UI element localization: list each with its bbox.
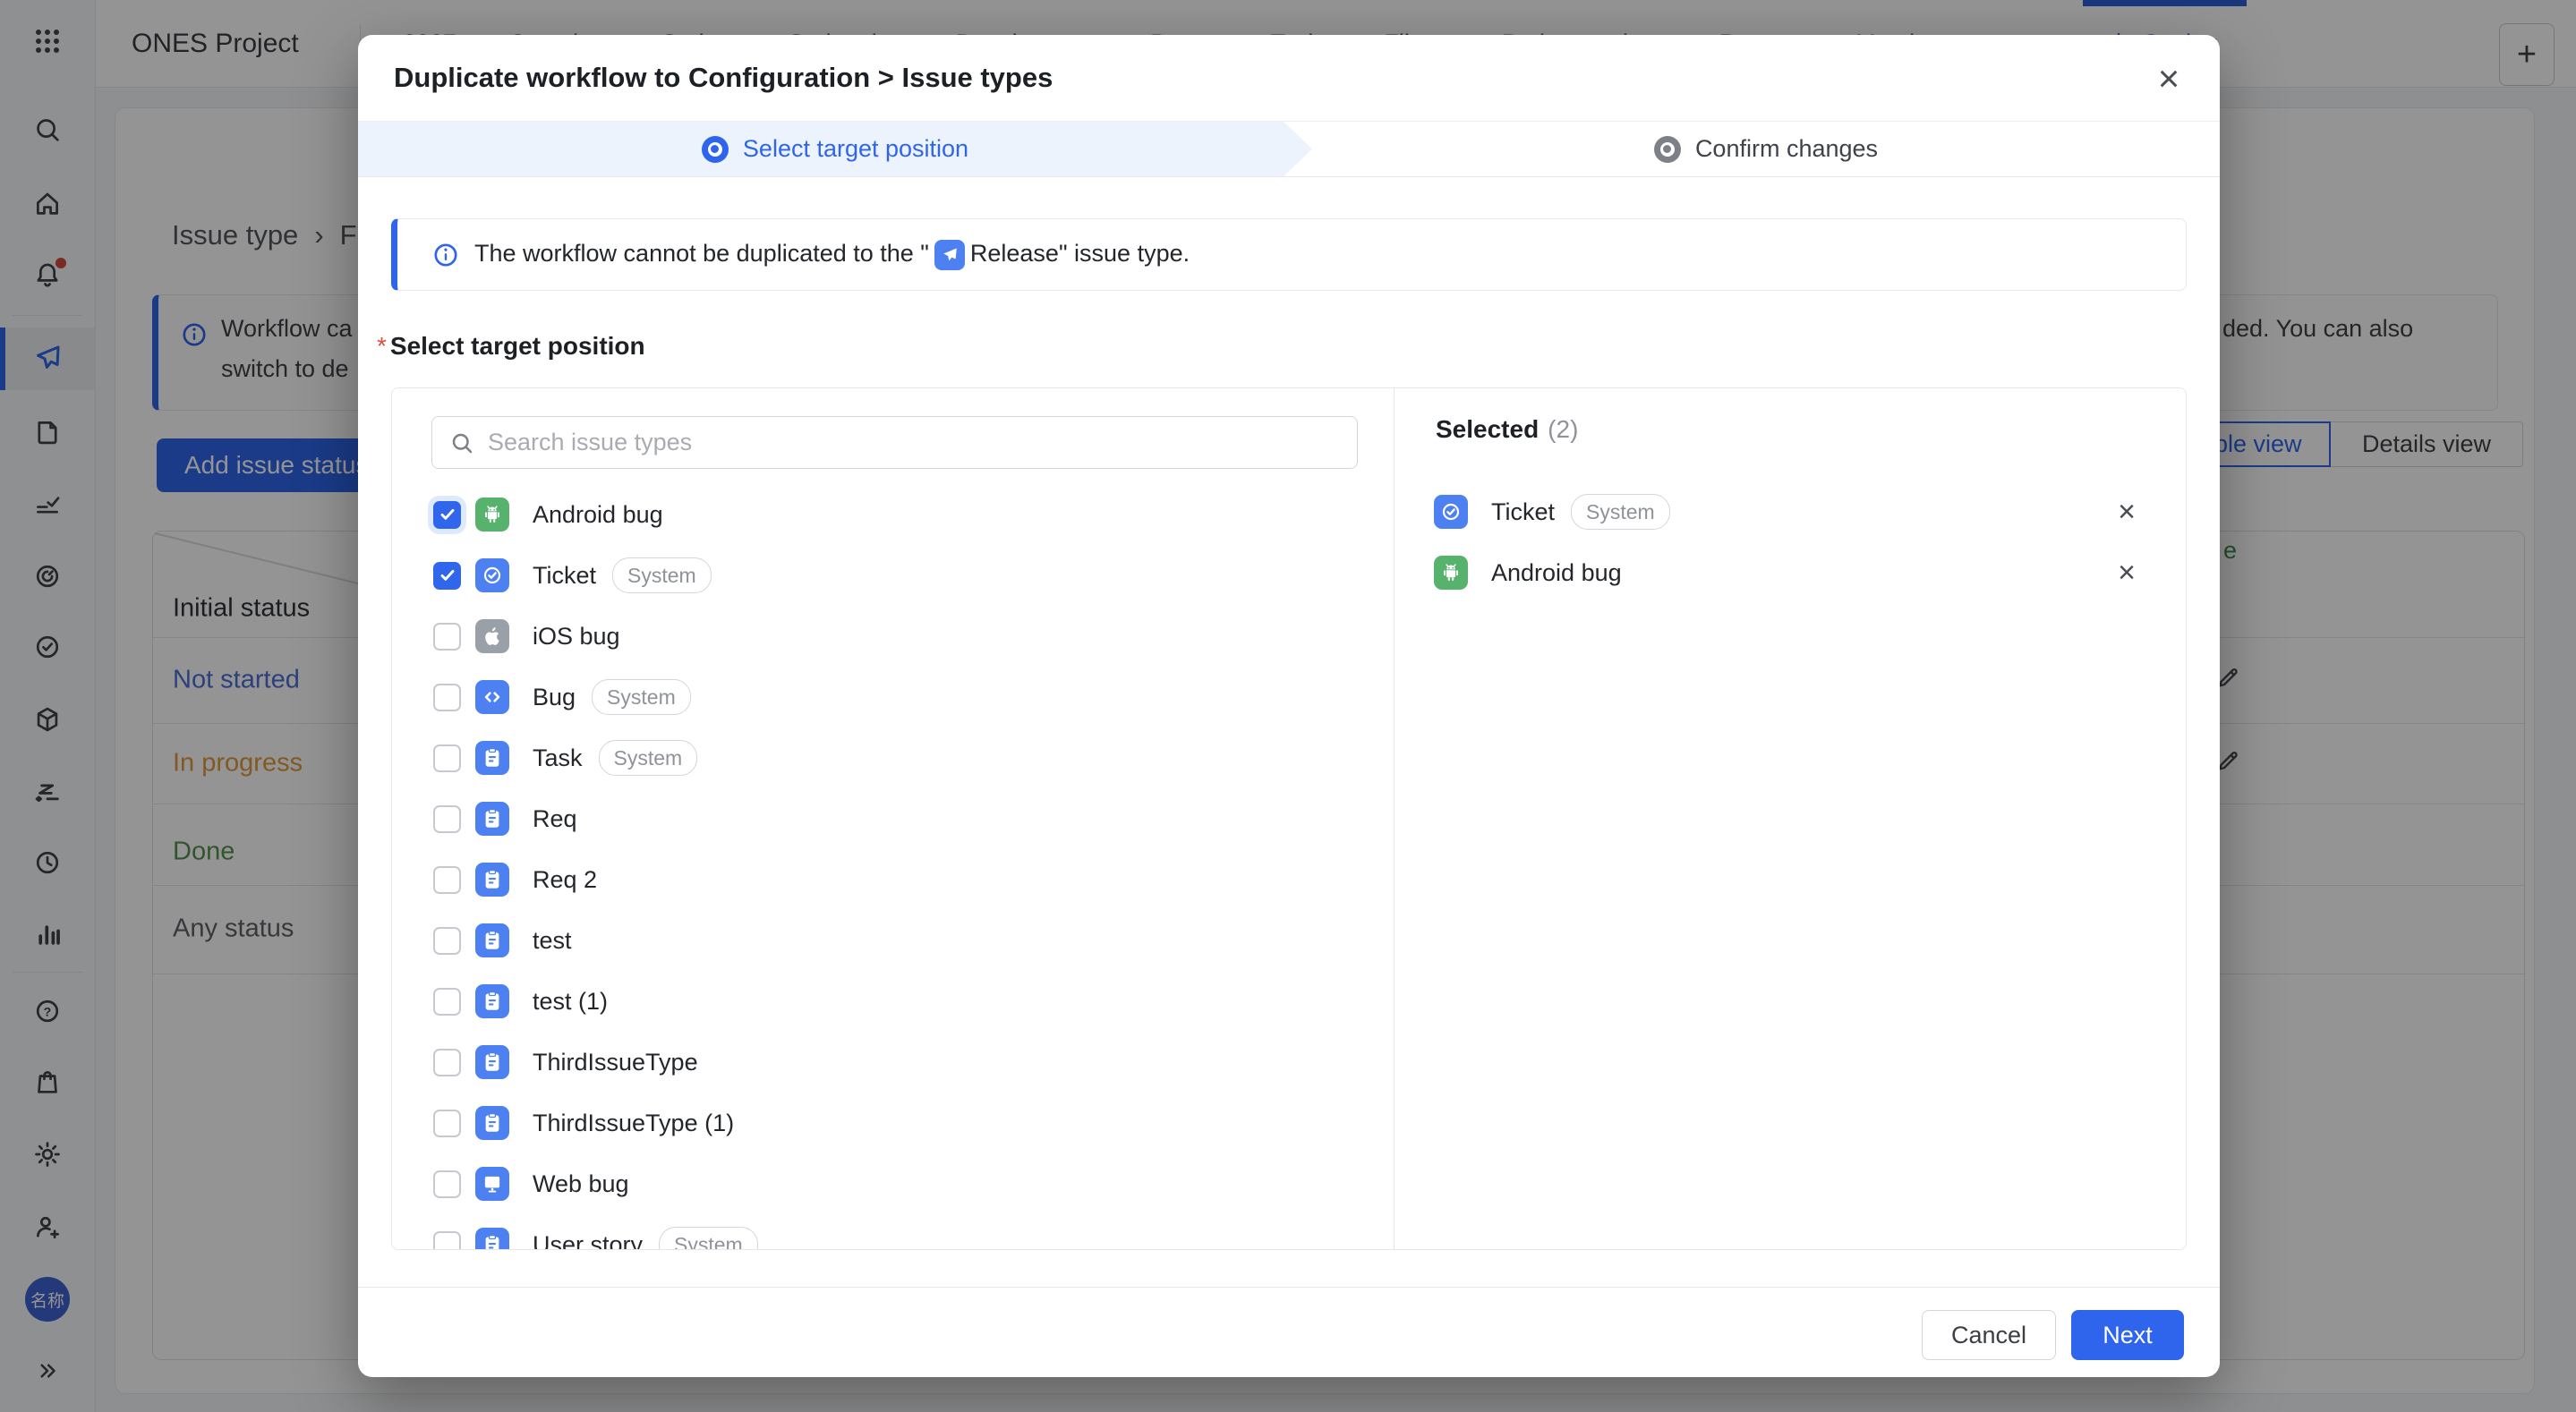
system-tag: System <box>659 1227 758 1249</box>
issue-type-row[interactable]: test (1) <box>392 971 1395 1032</box>
issue-type-label: test <box>533 926 572 954</box>
remove-icon[interactable]: × <box>2118 495 2136 530</box>
issue-type-row[interactable]: Android bug <box>392 484 1395 545</box>
cannot-duplicate-banner: The workflow cannot be duplicated to the… <box>391 218 2187 291</box>
checkbox-unchecked[interactable] <box>433 987 461 1016</box>
clipboard-icon <box>475 1045 509 1079</box>
checkbox-checked[interactable] <box>433 500 461 529</box>
duplicate-workflow-modal: Duplicate workflow to Configuration > Is… <box>358 35 2220 1377</box>
issue-type-row[interactable]: Bug System <box>392 667 1395 727</box>
step2-label: Confirm changes <box>1694 135 1879 162</box>
issue-type-row[interactable]: Req <box>392 788 1395 849</box>
step-bar: Select target position Confirm changes <box>358 121 2220 177</box>
issue-type-label: Req 2 <box>533 865 598 893</box>
issue-type-label: Req <box>533 804 577 832</box>
system-tag: System <box>598 740 698 776</box>
checkbox-unchecked[interactable] <box>433 1109 461 1137</box>
issue-type-label: Task <box>533 744 583 771</box>
cancel-button[interactable]: Cancel <box>1922 1310 2056 1360</box>
info-icon <box>434 242 457 267</box>
release-icon <box>934 239 965 270</box>
step1-label: Select target position <box>742 135 969 162</box>
issue-type-label: Android bug <box>533 500 663 528</box>
selected-item-label: Android bug <box>1491 558 1622 586</box>
ticket-icon <box>475 558 509 592</box>
issue-type-row[interactable]: iOS bug <box>392 606 1395 667</box>
issue-type-list-panel: Android bug Ticket System iOS bug Bug <box>392 388 1395 1250</box>
apple-icon <box>475 619 509 653</box>
checkbox-unchecked[interactable] <box>433 744 461 772</box>
clipboard-icon <box>475 984 509 1018</box>
checkbox-unchecked[interactable] <box>433 865 461 894</box>
selected-item-label: Ticket <box>1491 498 1556 525</box>
step2-radio-icon <box>1653 135 1681 163</box>
search-input[interactable] <box>486 428 1341 457</box>
issue-type-row[interactable]: ThirdIssueType <box>392 1032 1395 1093</box>
issue-type-label: ThirdIssueType <box>533 1048 698 1076</box>
clipboard-icon <box>475 1228 509 1249</box>
selected-item: Android bug × <box>1395 542 2186 603</box>
modal-footer: Cancel Next <box>358 1287 2220 1377</box>
issue-type-label: iOS bug <box>533 622 620 650</box>
system-tag: System <box>1571 494 1670 530</box>
issue-type-row[interactable]: ThirdIssueType (1) <box>392 1093 1395 1153</box>
selected-panel: Selected (2) Ticket System × Android bug … <box>1395 388 2186 1249</box>
android-icon <box>475 498 509 532</box>
android-icon <box>1434 556 1468 590</box>
modal-title: Duplicate workflow to Configuration > Is… <box>394 62 1053 93</box>
clipboard-icon <box>475 802 509 836</box>
issue-type-row[interactable]: Ticket System <box>392 545 1395 606</box>
clipboard-icon <box>475 1106 509 1140</box>
next-button[interactable]: Next <box>2071 1310 2184 1360</box>
close-icon[interactable]: × <box>2148 57 2189 99</box>
ticket-icon <box>1434 495 1468 529</box>
search-box[interactable] <box>431 416 1358 469</box>
checkbox-checked[interactable] <box>433 561 461 590</box>
remove-icon[interactable]: × <box>2118 556 2136 591</box>
screen: ONES Project 0007 Overview Sprints Sprin… <box>0 0 2576 1412</box>
checkbox-unchecked[interactable] <box>433 683 461 711</box>
system-tag: System <box>592 679 691 715</box>
issue-type-label: Web bug <box>533 1170 629 1197</box>
step-confirm-changes: Confirm changes <box>1312 122 2220 176</box>
selected-header: Selected (2) <box>1436 415 1579 443</box>
checkbox-unchecked[interactable] <box>433 622 461 651</box>
issue-type-row[interactable]: Req 2 <box>392 849 1395 910</box>
transfer-panels: Android bug Ticket System iOS bug Bug <box>391 387 2187 1250</box>
clipboard-icon <box>475 741 509 775</box>
issue-type-label: ThirdIssueType (1) <box>533 1109 735 1136</box>
checkbox-unchecked[interactable] <box>433 1230 461 1249</box>
issue-type-label: Ticket <box>533 561 597 589</box>
issue-type-label: test (1) <box>533 987 609 1015</box>
issue-type-label: User story <box>533 1230 644 1250</box>
checkbox-unchecked[interactable] <box>433 1048 461 1076</box>
checkbox-unchecked[interactable] <box>433 804 461 833</box>
issue-type-row[interactable]: Task System <box>392 727 1395 788</box>
step1-radio-icon <box>702 136 729 163</box>
issue-type-row[interactable]: Web bug <box>392 1153 1395 1214</box>
checkbox-unchecked[interactable] <box>433 926 461 955</box>
step-select-target: Select target position <box>358 122 1312 176</box>
code-bug-icon <box>475 680 509 714</box>
issue-type-label: Bug <box>533 683 576 710</box>
search-icon <box>452 433 473 453</box>
issue-type-row[interactable]: test <box>392 910 1395 971</box>
clipboard-icon <box>475 923 509 957</box>
selected-item: Ticket System × <box>1395 481 2186 542</box>
issue-type-row[interactable]: User story System <box>392 1214 1395 1250</box>
monitor-icon <box>475 1167 509 1201</box>
system-tag: System <box>612 557 712 593</box>
banner-text: The workflow cannot be duplicated to the… <box>474 239 1190 270</box>
field-label: * Select target position <box>377 332 645 360</box>
required-mark: * <box>377 332 387 360</box>
checkbox-unchecked[interactable] <box>433 1170 461 1198</box>
clipboard-icon <box>475 863 509 897</box>
